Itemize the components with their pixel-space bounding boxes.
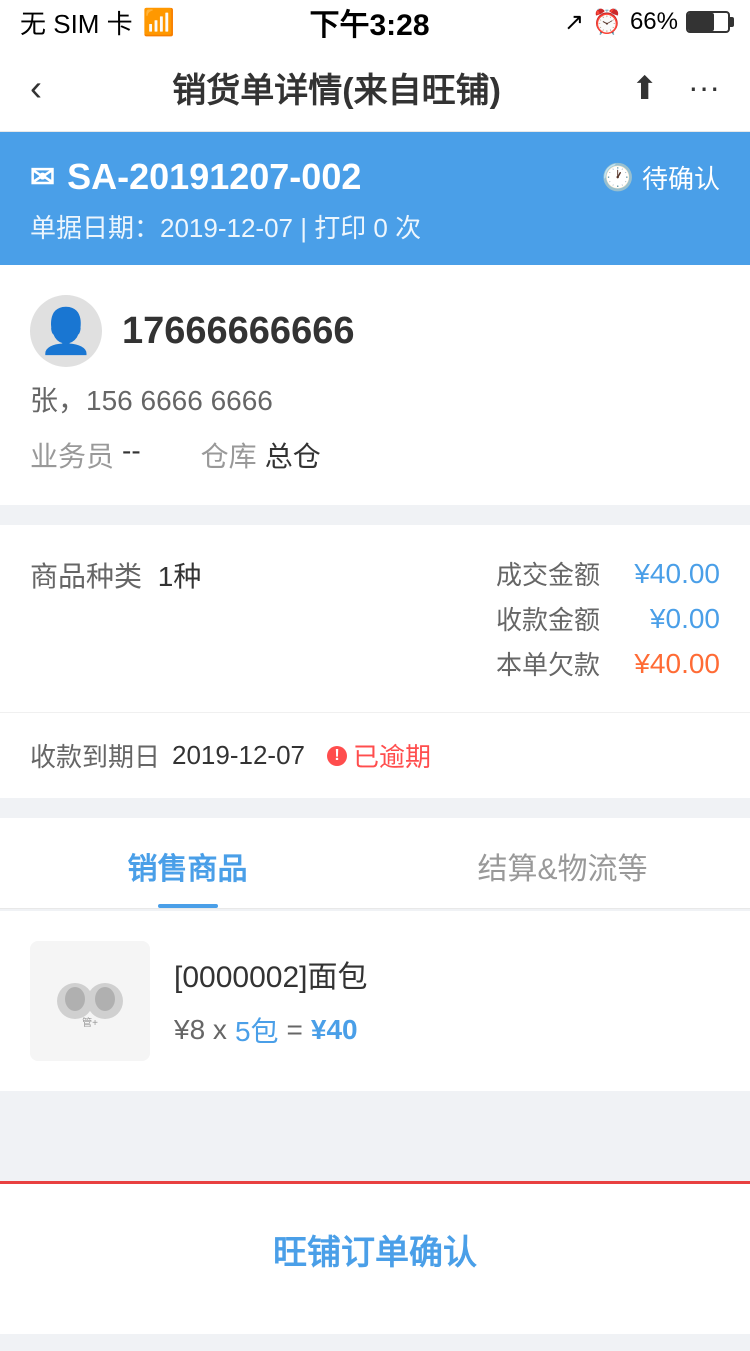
tab-products-label: 销售商品 [128, 853, 248, 886]
due-date-label: 收款到期日 [30, 737, 160, 774]
product-thumbnail: 管+ [30, 941, 150, 1061]
order-id-text: SA-20191207-002 [67, 156, 361, 198]
confirm-order-button[interactable]: 旺铺订单确认 [40, 1204, 710, 1294]
overdue-badge: ! 已逾期 [327, 737, 431, 774]
customer-phone: 17666666666 [122, 310, 354, 353]
svg-text:管+: 管+ [82, 1016, 98, 1029]
order-status: 🕐 待确认 [602, 159, 720, 196]
summary-left: 商品种类 1种 [30, 555, 201, 595]
received-amount-row: 收款金额 ¥0.00 [496, 600, 720, 637]
carrier-label: 无 SIM 卡 [20, 4, 133, 41]
tab-settlement[interactable]: 结算&物流等 [375, 818, 750, 908]
received-amount-label: 收款金额 [496, 600, 600, 637]
item-type-count: 1种 [158, 561, 202, 592]
product-item: 管+ [0000002]面包 ¥8 x 5包 = ¥40 [0, 911, 750, 1091]
owed-amount-label: 本单欠款 [496, 645, 600, 682]
owed-amount-value: ¥40.00 [620, 648, 720, 680]
product-price-row: ¥8 x 5包 = ¥40 [174, 1010, 720, 1050]
share-icon[interactable]: ⬆ [631, 69, 658, 107]
product-price-qty: 5包 [235, 1010, 279, 1050]
overdue-text: 已逾期 [353, 737, 431, 774]
battery-label: 66% [630, 8, 678, 36]
more-icon[interactable]: ··· [688, 69, 720, 106]
order-icon: ✉ [30, 160, 55, 195]
tab-products[interactable]: 销售商品 [0, 818, 375, 908]
back-button[interactable]: ‹ [30, 67, 42, 109]
product-name: [0000002]面包 [174, 952, 720, 996]
summary-section: 商品种类 1种 成交金额 ¥40.00 收款金额 ¥0.00 本单欠款 ¥40.… [0, 525, 750, 712]
product-logo: 管+ [50, 971, 130, 1031]
warehouse-label: 仓库 [201, 435, 257, 475]
product-price-base: ¥8 x [174, 1014, 227, 1046]
product-price-equals: = [287, 1014, 303, 1046]
tab-bar: 销售商品 结算&物流等 [0, 818, 750, 909]
location-icon: ↗ [564, 8, 584, 37]
tab-settlement-label: 结算&物流等 [477, 853, 647, 886]
item-type-label: 商品种类 [30, 561, 142, 592]
order-id: ✉ SA-20191207-002 [30, 156, 361, 198]
customer-section: 👤 17666666666 张，156 6666 6666 业务员 -- 仓库 … [0, 265, 750, 505]
deal-amount-label: 成交金额 [496, 555, 600, 592]
battery-icon [686, 11, 730, 33]
order-status-text: 待确认 [642, 159, 720, 196]
received-amount-value: ¥0.00 [620, 603, 720, 635]
customer-row: 👤 17666666666 [30, 295, 720, 367]
owed-amount-row: 本单欠款 ¥40.00 [496, 645, 720, 682]
order-id-row: ✉ SA-20191207-002 🕐 待确认 [30, 156, 720, 198]
due-date-section: 收款到期日 2019-12-07 ! 已逾期 [0, 712, 750, 798]
status-bar: 无 SIM 卡 📶 下午3:28 ↗ ⏰ 66% [0, 0, 750, 44]
nav-actions: ⬆ ··· [631, 69, 720, 107]
warehouse-value: 总仓 [265, 435, 321, 475]
warehouse-item: 仓库 总仓 [201, 435, 321, 475]
due-date-value: 2019-12-07 [172, 740, 305, 771]
order-date: 单据日期：2019-12-07 | 打印 0 次 [30, 208, 720, 245]
alarm-icon: ⏰ [592, 8, 622, 37]
status-clock-icon: 🕐 [602, 162, 634, 193]
product-price-total: ¥40 [311, 1014, 358, 1046]
status-right: ↗ ⏰ 66% [564, 8, 730, 37]
page-title: 销货单详情(来自旺铺) [172, 63, 501, 112]
salesperson-value: -- [122, 435, 141, 475]
salesperson-item: 业务员 -- [30, 435, 141, 475]
wifi-icon: 📶 [143, 7, 175, 38]
salesperson-label: 业务员 [30, 435, 114, 475]
deal-amount-value: ¥40.00 [620, 558, 720, 590]
customer-avatar: 👤 [30, 295, 102, 367]
deal-amount-row: 成交金额 ¥40.00 [496, 555, 720, 592]
avatar-icon: 👤 [39, 305, 94, 357]
status-time: 下午3:28 [309, 0, 429, 44]
customer-name: 张，156 6666 6666 [30, 379, 720, 419]
bottom-bar: 旺铺订单确认 [0, 1181, 750, 1334]
nav-bar: ‹ 销货单详情(来自旺铺) ⬆ ··· [0, 44, 750, 132]
product-info: [0000002]面包 ¥8 x 5包 = ¥40 [174, 952, 720, 1050]
status-left: 无 SIM 卡 📶 [20, 4, 175, 41]
product-section: 管+ [0000002]面包 ¥8 x 5包 = ¥40 [0, 911, 750, 1091]
overdue-icon: ! [327, 746, 347, 766]
order-header: ✉ SA-20191207-002 🕐 待确认 单据日期：2019-12-07 … [0, 132, 750, 265]
customer-meta: 业务员 -- 仓库 总仓 [30, 435, 720, 475]
summary-right: 成交金额 ¥40.00 收款金额 ¥0.00 本单欠款 ¥40.00 [496, 555, 720, 682]
